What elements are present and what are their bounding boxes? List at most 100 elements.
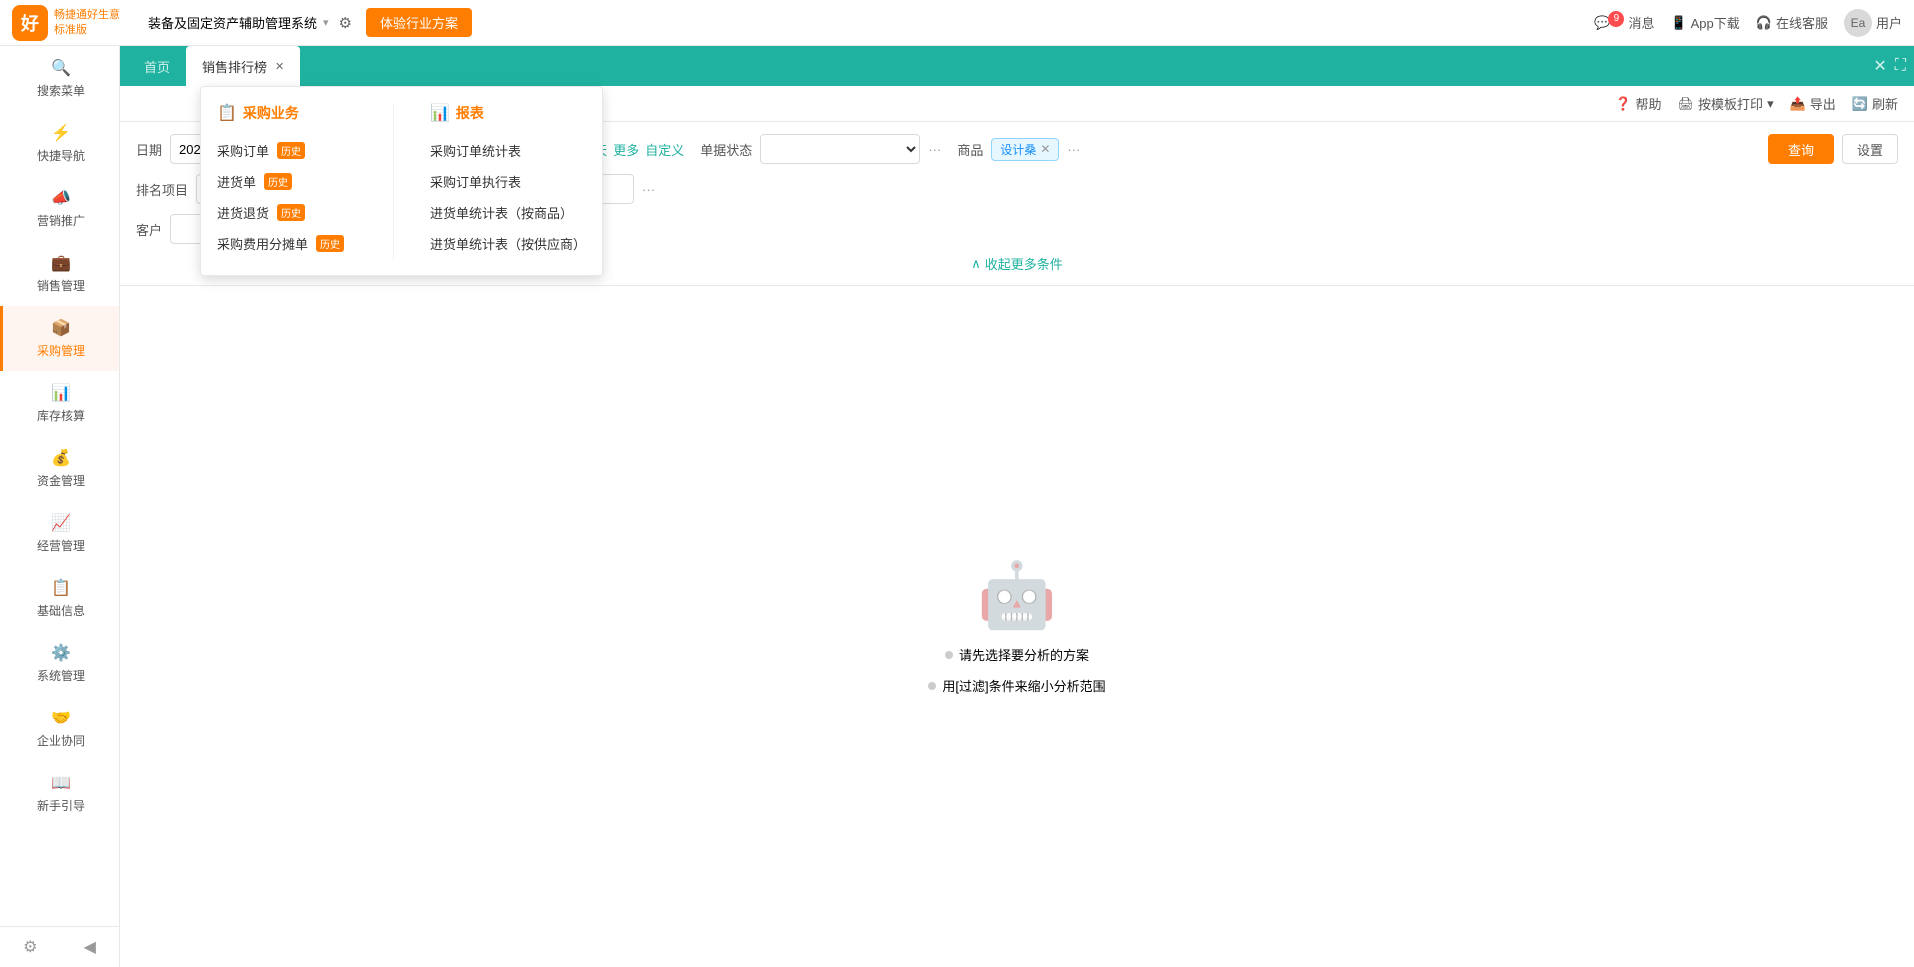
sidebar-item-enterprise[interactable]: 🤝 企业协同 — [0, 696, 119, 761]
shortcut-more[interactable]: 更多 — [613, 140, 639, 159]
export-icon: 📤 — [1790, 96, 1806, 112]
collapse-btn[interactable]: ∧ 收起更多条件 — [971, 254, 1063, 273]
setting-btn[interactable]: 设置 — [1842, 134, 1898, 164]
menu-label-return: 进货退货 — [217, 203, 269, 222]
sales-icon: 💼 — [51, 253, 71, 273]
query-btn[interactable]: 查询 — [1768, 134, 1834, 164]
industry-btn[interactable]: 体验行业方案 — [366, 8, 472, 37]
refresh-icon: 🔄 — [1852, 96, 1868, 112]
menu-label-report-2: 采购订单执行表 — [430, 172, 521, 191]
empty-robot-icon: 🤖 — [977, 558, 1057, 633]
sidebar-item-operations[interactable]: 📈 经营管理 — [0, 501, 119, 566]
sidebar: 🔍 搜索菜单 ⚡ 快捷导航 📣 营销推广 💼 销售管理 📦 采购管理 📊 库存核… — [0, 46, 120, 967]
tab-sales-ranking[interactable]: 销售排行榜 ✕ — [186, 46, 300, 86]
message-btn[interactable]: 💬 9 消息 — [1594, 13, 1654, 32]
sidebar-item-inventory[interactable]: 📊 库存核算 — [0, 371, 119, 436]
sidebar-item-marketing[interactable]: 📣 营销推广 — [0, 176, 119, 241]
app-download-btn[interactable]: 📱 App下载 — [1670, 13, 1739, 32]
marketing-icon: 📣 — [51, 188, 71, 208]
goods-more[interactable]: ··· — [1067, 142, 1080, 157]
phone-icon: 📱 — [1670, 15, 1686, 31]
menu-item-report-1[interactable]: 采购订单统计表 — [430, 135, 586, 166]
sidebar-label-guide: 新手引导 — [37, 797, 85, 814]
operations-icon: 📈 — [51, 513, 71, 533]
topbar-right: 💬 9 消息 📱 App下载 🎧 在线客服 Ea 用户 — [1594, 9, 1902, 37]
sidebar-label-finance: 资金管理 — [37, 472, 85, 489]
empty-dot-1 — [945, 651, 953, 659]
sidebar-item-purchase[interactable]: 📦 采购管理 — [0, 306, 119, 371]
menu-item-report-2[interactable]: 采购订单执行表 — [430, 166, 586, 197]
tab-home-label: 首页 — [144, 57, 170, 76]
sidebar-label-inventory: 库存核算 — [37, 407, 85, 424]
system-icon: ⚙️ — [51, 643, 71, 663]
shortcut-custom[interactable]: 自定义 — [645, 140, 684, 159]
menu-label-purchase-order: 采购订单 — [217, 141, 269, 160]
customer-label: 客户 — [136, 220, 162, 239]
menu-label-report-4: 进货单统计表（按供应商） — [430, 234, 586, 253]
menu-item-expense[interactable]: 采购费用分摊单 历史 — [217, 228, 357, 259]
sidebar-label-marketing: 营销推广 — [37, 212, 85, 229]
goods-tag-close[interactable]: ✕ — [1040, 142, 1050, 156]
sidebar-item-finance[interactable]: 💰 资金管理 — [0, 436, 119, 501]
history-badge-2: 历史 — [277, 204, 305, 221]
user-avatar-btn[interactable]: Ea 用户 — [1844, 9, 1902, 37]
voucher-status-filter: 单据状态 ··· — [700, 134, 941, 164]
menu-item-report-3[interactable]: 进货单统计表（按商品） — [430, 197, 586, 228]
sidebar-item-guide[interactable]: 📖 新手引导 — [0, 761, 119, 826]
tab-bar-expand-icon[interactable]: ⛶ — [1895, 57, 1906, 75]
export-btn[interactable]: 📤 导出 — [1790, 94, 1836, 113]
filter-actions: 查询 设置 — [1768, 134, 1898, 164]
history-badge-3: 历史 — [316, 235, 344, 252]
sidebar-item-sales[interactable]: 💼 销售管理 — [0, 241, 119, 306]
content-area: 首页 销售排行榜 ✕ ✕ ⛶ ❓ 帮助 🖨 按模板打印 ▾ 📤 — [120, 46, 1914, 967]
sidebar-label-search: 搜索菜单 — [37, 82, 85, 99]
purchase-dropdown-menu: 📋 采购业务 采购订单 历史 进货单 历史 进货退货 历史 采购费用分摊单 — [200, 86, 603, 276]
tab-home[interactable]: 首页 — [128, 46, 186, 86]
report-section: 📊 报表 采购订单统计表 采购订单执行表 进货单统计表（按商品） 进货单统计表（… — [430, 103, 586, 259]
system-gear-icon[interactable]: ⚙ — [339, 14, 352, 32]
sidebar-item-search[interactable]: 🔍 搜索菜单 — [0, 46, 119, 111]
topbar: 好 畅捷通好生意 标准版 装备及固定资产辅助管理系统 ▾ ⚙ 体验行业方案 💬 … — [0, 0, 1914, 46]
sidebar-label-system: 系统管理 — [37, 667, 85, 684]
voucher-status-more[interactable]: ··· — [928, 142, 941, 157]
menu-item-report-4[interactable]: 进货单统计表（按供应商） — [430, 228, 586, 259]
help-btn[interactable]: ❓ 帮助 — [1615, 94, 1661, 113]
empty-dot-2 — [928, 682, 936, 690]
report-section-header: 📊 报表 — [430, 103, 586, 123]
sidebar-item-system[interactable]: ⚙️ 系统管理 — [0, 631, 119, 696]
sidebar-label-quicknav: 快捷导航 — [37, 147, 85, 164]
tab-close-icon[interactable]: ✕ — [275, 60, 284, 73]
goods-tag: 设计桑 ✕ — [991, 138, 1059, 161]
finance-icon: 💰 — [51, 448, 71, 468]
logo-area: 好 畅捷通好生意 标准版 — [12, 5, 132, 41]
menu-item-incoming[interactable]: 进货单 历史 — [217, 166, 357, 197]
sidebar-item-basicinfo[interactable]: 📋 基础信息 — [0, 566, 119, 631]
sidebar-bottom: ⚙ ◀ — [0, 926, 119, 967]
salesperson-more[interactable]: ··· — [642, 182, 655, 197]
tab-bar-close-icon[interactable]: ✕ — [1873, 56, 1886, 76]
system-dropdown-arrow[interactable]: ▾ — [323, 16, 329, 29]
refresh-btn[interactable]: 🔄 刷新 — [1852, 94, 1898, 113]
enterprise-icon: 🤝 — [51, 708, 71, 728]
online-service-btn[interactable]: 🎧 在线客服 — [1756, 13, 1828, 32]
system-name-area: 装备及固定资产辅助管理系统 ▾ ⚙ 体验行业方案 — [132, 8, 1594, 37]
basicinfo-icon: 📋 — [51, 578, 71, 598]
date-label: 日期 — [136, 140, 162, 159]
voucher-status-select[interactable] — [760, 134, 920, 164]
menu-item-purchase-order[interactable]: 采购订单 历史 — [217, 135, 357, 166]
inventory-icon: 📊 — [51, 383, 71, 403]
collapse-sidebar-btn[interactable]: ◀ — [84, 937, 96, 957]
tab-bar: 首页 销售排行榜 ✕ ✕ ⛶ — [120, 46, 1914, 86]
sidebar-item-quicknav[interactable]: ⚡ 快捷导航 — [0, 111, 119, 176]
menu-label-expense: 采购费用分摊单 — [217, 234, 308, 253]
menu-item-return[interactable]: 进货退货 历史 — [217, 197, 357, 228]
print-btn[interactable]: 🖨 按模板打印 ▾ — [1678, 94, 1774, 113]
sidebar-label-operations: 经营管理 — [37, 537, 85, 554]
empty-hint-2: 用[过滤]条件来缩小分析范围 — [928, 676, 1105, 695]
settings-footer-btn[interactable]: ⚙ — [23, 937, 37, 957]
empty-hint-text-1: 请先选择要分析的方案 — [959, 645, 1089, 664]
system-name-label: 装备及固定资产辅助管理系统 — [148, 13, 317, 32]
print-dropdown-icon[interactable]: ▾ — [1767, 96, 1774, 112]
logo-text: 畅捷通好生意 标准版 — [54, 8, 120, 37]
guide-icon: 📖 — [51, 773, 71, 793]
